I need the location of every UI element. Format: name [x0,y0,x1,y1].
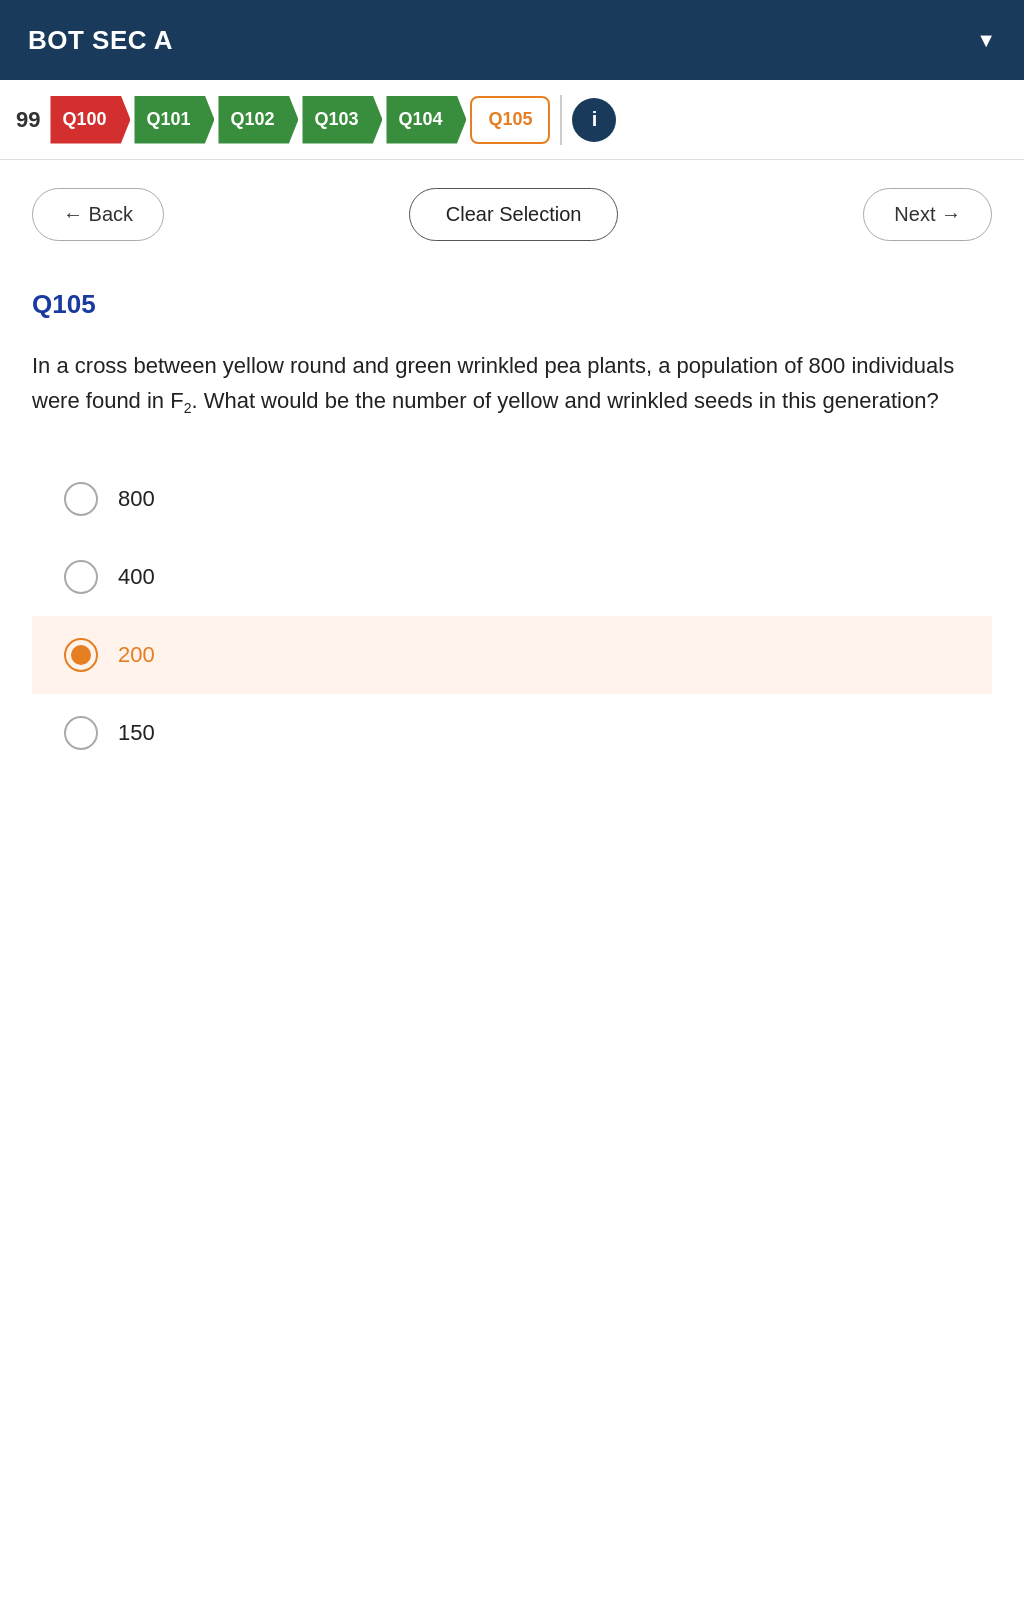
radio-inner-200 [71,645,91,665]
nav-flag-q104[interactable]: Q104 [386,96,466,144]
question-container: Q105 In a cross between yellow round and… [0,269,1024,812]
nav-num-label: 99 [10,107,46,133]
back-button[interactable]: ← Back [32,188,164,241]
nav-flag-q105-current[interactable]: Q105 [470,96,550,144]
clear-selection-button[interactable]: Clear Selection [409,188,619,241]
next-button[interactable]: Next → [863,188,992,241]
option-150[interactable]: 150 [32,694,992,772]
radio-800 [64,482,98,516]
radio-150 [64,716,98,750]
navigation-buttons: ← Back Clear Selection Next → [0,160,1024,269]
header-title: BOT SEC A [28,25,173,56]
info-button[interactable]: i [572,98,616,142]
chevron-down-icon[interactable]: ▼ [976,29,996,52]
question-label: Q105 [32,289,992,320]
nav-divider [560,95,562,145]
nav-flag-q101[interactable]: Q101 [134,96,214,144]
option-800[interactable]: 800 [32,460,992,538]
option-text-150: 150 [118,720,155,746]
option-text-800: 800 [118,486,155,512]
radio-400 [64,560,98,594]
nav-flag-q103[interactable]: Q103 [302,96,382,144]
app-header: BOT SEC A ▼ [0,0,1024,80]
option-text-200: 200 [118,642,155,668]
option-400[interactable]: 400 [32,538,992,616]
nav-flag-q102[interactable]: Q102 [218,96,298,144]
question-nav-strip: 99 Q100 Q101 Q102 Q103 Q104 Q105 i [0,80,1024,160]
option-text-400: 400 [118,564,155,590]
option-200[interactable]: 200 [32,616,992,694]
radio-200 [64,638,98,672]
nav-flag-q100[interactable]: Q100 [50,96,130,144]
question-text: In a cross between yellow round and gree… [32,348,992,420]
